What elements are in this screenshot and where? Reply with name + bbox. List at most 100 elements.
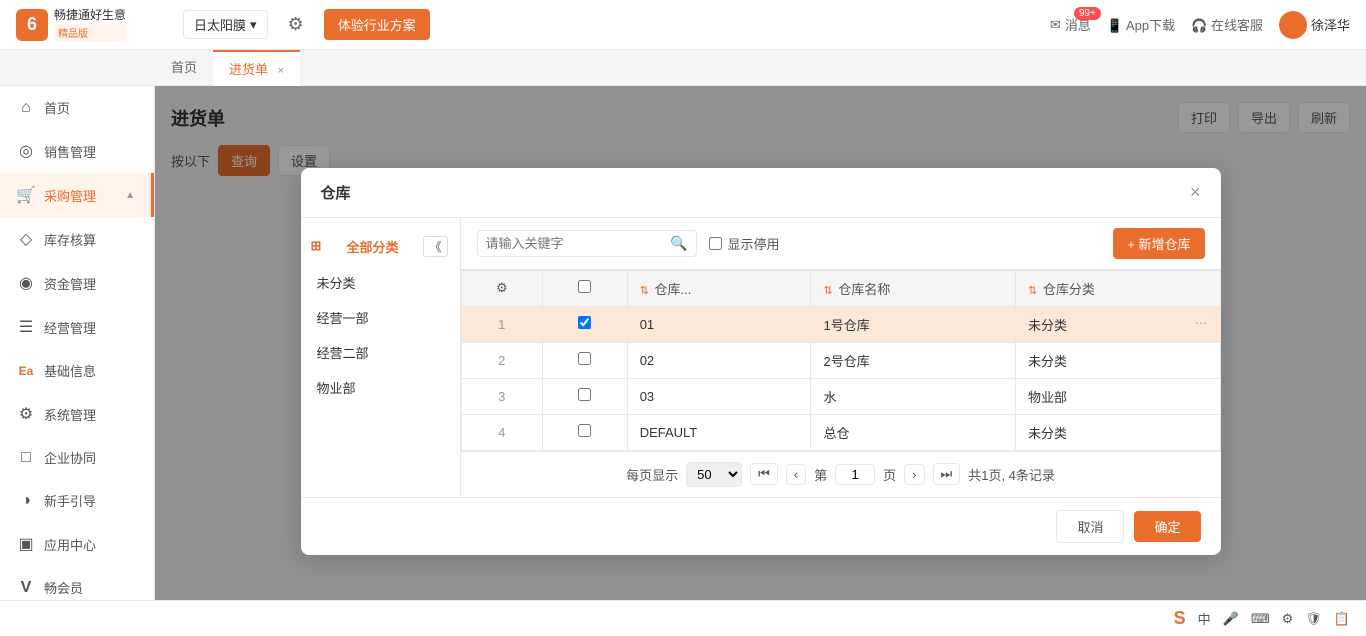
category-item-dept1[interactable]: 经营一部 — [301, 300, 460, 335]
guide-icon: ◑ — [16, 492, 36, 510]
sidebar-label-inventory: 库存核算 — [44, 230, 96, 249]
table-header-category[interactable]: ⇅ 仓库分类 — [1015, 270, 1220, 306]
sidebar-item-basic[interactable]: Ea 基础信息 — [0, 349, 154, 392]
bottom-tool1[interactable]: 🛡 — [1305, 611, 1322, 627]
apps-icon: ▣ — [16, 534, 36, 554]
logo-area: 6 畅捷通好生意 精品版 — [16, 8, 171, 41]
collapse-icon[interactable]: 《 — [423, 236, 447, 257]
sidebar-label-purchase: 采购管理 — [44, 186, 96, 205]
sidebar-item-enterprise[interactable]: □ 企业协同 — [0, 436, 154, 479]
bottom-tool2[interactable]: 📋 — [1334, 611, 1350, 627]
brand-name: 畅捷通好生意 — [54, 8, 126, 24]
modal-sidebar: ⊞ 全部分类 《 未分类 经营一部 经营二部 物业部 — [301, 218, 461, 497]
tab-purchase[interactable]: 进货单 × — [213, 50, 300, 86]
table-header-name[interactable]: ⇅ 仓库名称 — [811, 270, 1015, 306]
sidebar-label-sales: 销售管理 — [44, 142, 96, 161]
bottom-lang[interactable]: 中 — [1198, 609, 1211, 628]
warehouse-modal: 仓库 × ⊞ 全部分类 《 未分类 经营一部 经营二部 — [301, 168, 1221, 555]
show-disabled-input[interactable] — [709, 237, 722, 250]
sidebar-item-system[interactable]: ⚙ 系统管理 — [0, 392, 154, 436]
show-disabled-label: 显示停用 — [728, 234, 780, 253]
sidebar-item-business[interactable]: ☰ 经营管理 — [0, 305, 154, 349]
cancel-button[interactable]: 取消 — [1056, 510, 1124, 543]
row-ellipsis[interactable]: ··· — [1195, 315, 1208, 330]
add-warehouse-button[interactable]: + 新增仓库 — [1113, 228, 1204, 259]
next-page-button[interactable]: › — [904, 464, 924, 485]
industry-button[interactable]: 体验行业方案 — [324, 9, 430, 40]
store-selector[interactable]: 日太阳膜 ▾ — [183, 10, 268, 39]
row-num: 1 — [461, 306, 543, 342]
bottom-bar: S 中 🎤 ⌨ ⚙ 🛡 📋 — [0, 600, 1366, 636]
user-area[interactable]: 徐泽华 — [1279, 11, 1350, 39]
sidebar-item-guide[interactable]: ◑ 新手引导 — [0, 479, 154, 522]
settings-icon[interactable]: ⚙ — [280, 14, 312, 35]
tab-home-label: 首页 — [171, 60, 197, 75]
row-name: 水 — [811, 378, 1015, 414]
row-checkbox[interactable] — [543, 342, 628, 378]
modal-close-button[interactable]: × — [1190, 182, 1201, 203]
category-header[interactable]: ⊞ 全部分类 《 — [301, 228, 460, 265]
row-category: 未分类··· — [1015, 306, 1220, 342]
search-box: 🔍 — [477, 230, 697, 257]
sidebar-item-inventory[interactable]: ◇ 库存核算 — [0, 217, 154, 261]
sidebar-label-business: 经营管理 — [44, 318, 96, 337]
brand-badge: 精品版 — [54, 24, 126, 41]
row-checkbox[interactable] — [543, 378, 628, 414]
table-row[interactable]: 4 DEFAULT 总仓 未分类 — [461, 414, 1220, 450]
service-link[interactable]: 🎧 在线客服 — [1191, 15, 1263, 34]
sidebar-item-apps[interactable]: ▣ 应用中心 — [0, 522, 154, 566]
tab-purchase-label: 进货单 — [229, 62, 268, 77]
search-input[interactable] — [486, 236, 665, 251]
table-header-code[interactable]: ⇅ 仓库... — [627, 270, 811, 306]
first-page-button[interactable]: ⏮ — [750, 463, 778, 485]
sidebar-item-sales[interactable]: ◎ 销售管理 — [0, 129, 154, 173]
category-item-unclassified[interactable]: 未分类 — [301, 265, 460, 300]
sidebar-item-home[interactable]: ⌂ 首页 — [0, 86, 154, 129]
row-category: 未分类 — [1015, 342, 1220, 378]
sidebar-item-finance[interactable]: ◉ 资金管理 — [0, 261, 154, 305]
main-content: 进货单 打印 导出 刷新 按以下 查询 设置 仓库 × — [155, 86, 1366, 636]
row-code: 02 — [627, 342, 811, 378]
page-input[interactable] — [835, 464, 875, 485]
prev-page-button[interactable]: ‹ — [786, 464, 806, 485]
app-download-link[interactable]: 📱 App下载 — [1107, 15, 1175, 34]
messages-button[interactable]: ✉ 消息 99+ — [1050, 15, 1091, 34]
sidebar: ⌂ 首页 ◎ 销售管理 🛒 采购管理 ▲ ◇ 库存核算 ◉ 资金管理 ☰ 经营管… — [0, 86, 155, 636]
table-row[interactable]: 1 01 1号仓库 未分类··· — [461, 306, 1220, 342]
table-header-checkbox[interactable] — [543, 270, 628, 306]
tab-home[interactable]: 首页 — [155, 50, 213, 86]
table-header-gear: ⚙ — [461, 270, 543, 306]
bottom-keyboard-icon[interactable]: ⌨ — [1251, 611, 1270, 627]
sales-icon: ◎ — [16, 141, 36, 161]
message-icon: ✉ — [1050, 17, 1061, 33]
modal-main: 🔍 显示停用 + 新增仓库 — [461, 218, 1221, 497]
chevron-down-icon: ▾ — [250, 17, 257, 33]
grid-icon: ⊞ — [311, 238, 322, 254]
sort-icon-category: ⇅ — [1028, 285, 1037, 297]
show-disabled-checkbox[interactable]: 显示停用 — [709, 234, 780, 253]
per-page-select[interactable]: 50 10 20 100 — [686, 462, 742, 487]
inventory-icon: ◇ — [16, 229, 36, 249]
tab-close-icon[interactable]: × — [278, 65, 284, 77]
bottom-mic-icon[interactable]: 🎤 — [1223, 611, 1239, 627]
sidebar-label-finance: 资金管理 — [44, 274, 96, 293]
category-header-label: 全部分类 — [346, 237, 398, 256]
sidebar-label-system: 系统管理 — [44, 405, 96, 424]
modal-title: 仓库 — [321, 182, 351, 203]
row-name: 2号仓库 — [811, 342, 1015, 378]
row-num: 2 — [461, 342, 543, 378]
last-page-button[interactable]: ⏭ — [933, 463, 961, 485]
table-row[interactable]: 2 02 2号仓库 未分类 — [461, 342, 1220, 378]
category-item-property[interactable]: 物业部 — [301, 370, 460, 405]
category-item-dept2[interactable]: 经营二部 — [301, 335, 460, 370]
logo-icon: 6 — [16, 9, 48, 41]
select-all-checkbox[interactable] — [578, 280, 591, 293]
sidebar-label-home: 首页 — [44, 98, 70, 117]
row-checkbox[interactable] — [543, 414, 628, 450]
sidebar-item-purchase[interactable]: 🛒 采购管理 ▲ — [0, 173, 154, 217]
bottom-settings-icon[interactable]: ⚙ — [1282, 611, 1294, 627]
top-header: 6 畅捷通好生意 精品版 日太阳膜 ▾ ⚙ 体验行业方案 ✉ 消息 99+ 📱 … — [0, 0, 1366, 50]
confirm-button[interactable]: 确定 — [1134, 511, 1200, 542]
table-row[interactable]: 3 03 水 物业部 — [461, 378, 1220, 414]
row-checkbox[interactable] — [543, 306, 628, 342]
